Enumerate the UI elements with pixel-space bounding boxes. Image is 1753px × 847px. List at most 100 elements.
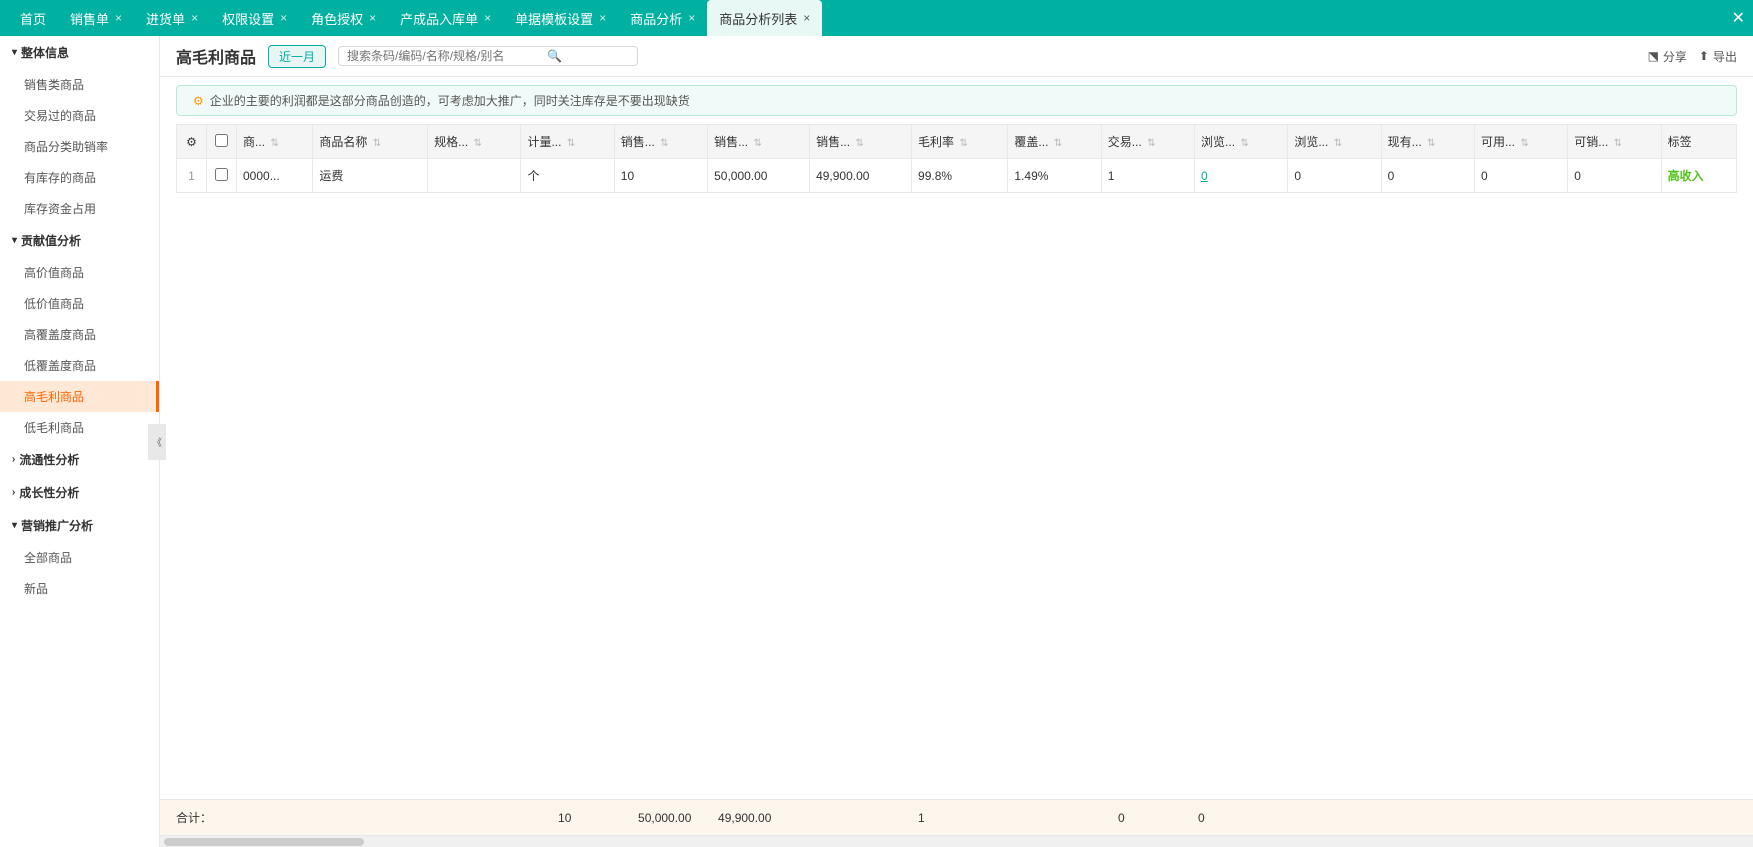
footer-label: 合计： <box>176 809 212 826</box>
sort-icon-sales-cost: ⇅ <box>855 138 863 149</box>
table-footer: 合计： 10 50,000.00 49,900.00 1 0 0 <box>160 799 1753 835</box>
sort-icon-coverage: ⇅ <box>1054 138 1062 149</box>
sidebar-group-contribution[interactable]: ▾ 贡献值分析 <box>0 224 159 257</box>
row-checkbox[interactable] <box>215 168 228 181</box>
sidebar-group-growth-label: 成长性分析 <box>19 484 79 501</box>
sidebar-group-liquidity[interactable]: › 流通性分析 <box>0 443 159 476</box>
tab-goods-analysis-close[interactable]: × <box>688 11 695 25</box>
select-all-checkbox[interactable] <box>215 134 228 147</box>
export-button[interactable]: ⬆ 导出 <box>1699 48 1737 65</box>
notice-bar: ⚙ 企业的主要的利润都是这部分商品创造的，可考虑加大推广，同时关注库存是不要出现… <box>176 85 1737 116</box>
sidebar-item-sales-goods[interactable]: 销售类商品 <box>0 69 159 100</box>
tab-sales[interactable]: 销售单 × <box>58 0 134 36</box>
sidebar-item-all-goods[interactable]: 全部商品 <box>0 542 159 573</box>
col-views2[interactable]: 浏览... ⇅ <box>1288 125 1381 159</box>
col-unit[interactable]: 计量... ⇅ <box>521 125 614 159</box>
sidebar-item-high-margin[interactable]: 高毛利商品 <box>0 381 159 412</box>
sidebar-item-low-coverage[interactable]: 低覆盖度商品 <box>0 350 159 381</box>
sidebar-collapse-button[interactable]: 《 <box>148 424 166 460</box>
expand-arrow-marketing: ▾ <box>12 520 17 531</box>
tab-purchase[interactable]: 进货单 × <box>134 0 210 36</box>
sort-icon-sales-amount: ⇅ <box>753 138 761 149</box>
col-checkbox[interactable] <box>207 125 237 159</box>
horizontal-scrollbar[interactable] <box>160 835 1753 847</box>
page-title: 高毛利商品 <box>176 44 256 68</box>
cell-num: 1 <box>177 159 207 193</box>
tab-role-auth[interactable]: 角色授权 × <box>299 0 388 36</box>
col-sales-count[interactable]: 销售... ⇅ <box>614 125 707 159</box>
cell-gross-margin: 99.8% <box>912 159 1008 193</box>
col-tag[interactable]: 标签 <box>1661 125 1736 159</box>
col-gross-margin[interactable]: 毛利率 ⇅ <box>912 125 1008 159</box>
tab-goods-analysis-list[interactable]: 商品分析列表 × <box>707 0 822 36</box>
tab-doc-template-close[interactable]: × <box>599 11 606 25</box>
col-coverage[interactable]: 覆盖... ⇅ <box>1008 125 1101 159</box>
col-name[interactable]: 商品名称 ⇅ <box>313 125 428 159</box>
sort-icon-unit: ⇅ <box>567 138 575 149</box>
sidebar-group-liquidity-label: 流通性分析 <box>19 451 79 468</box>
tab-product-in-close[interactable]: × <box>484 11 491 25</box>
col-sales-cost[interactable]: 销售... ⇅ <box>810 125 912 159</box>
sidebar-item-category-rate[interactable]: 商品分类助销率 <box>0 131 159 162</box>
col-spec[interactable]: 规格... ⇅ <box>428 125 521 159</box>
sort-icon-gross-margin: ⇅ <box>959 138 967 149</box>
cell-views1[interactable]: 0 <box>1195 159 1288 193</box>
cell-sellable-stock: 0 <box>1568 159 1661 193</box>
tab-purchase-close[interactable]: × <box>191 11 198 25</box>
sidebar-wrapper: ▾ 整体信息 销售类商品 交易过的商品 商品分类助销率 有库存的商品 库存资金占… <box>0 36 160 847</box>
tab-goods-analysis-list-close[interactable]: × <box>803 11 810 25</box>
header-actions: ⬔ 分享 ⬆ 导出 <box>1648 48 1737 65</box>
window-close-button[interactable]: ✕ <box>1732 8 1745 28</box>
sidebar-item-traded-goods[interactable]: 交易过的商品 <box>0 100 159 131</box>
cell-sales-amount: 50,000.00 <box>708 159 810 193</box>
sidebar-item-stock-capital[interactable]: 库存资金占用 <box>0 193 159 224</box>
filter-recent-month-button[interactable]: 近一月 <box>268 45 326 68</box>
cell-code: 0000... <box>237 159 313 193</box>
col-current-stock[interactable]: 现有... ⇅ <box>1381 125 1474 159</box>
search-input[interactable] <box>347 49 547 63</box>
sidebar-group-growth[interactable]: › 成长性分析 <box>0 476 159 509</box>
sort-icon-sales-count: ⇅ <box>660 138 668 149</box>
sidebar-item-low-margin[interactable]: 低毛利商品 <box>0 412 159 443</box>
search-icon[interactable]: 🔍 <box>547 49 562 63</box>
cell-unit: 个 <box>521 159 614 193</box>
col-views1[interactable]: 浏览... ⇅ <box>1195 125 1288 159</box>
sidebar-item-high-coverage[interactable]: 高覆盖度商品 <box>0 319 159 350</box>
sidebar-group-overall[interactable]: ▾ 整体信息 <box>0 36 159 69</box>
sidebar-group-marketing[interactable]: ▾ 营销推广分析 <box>0 509 159 542</box>
cell-checkbox[interactable] <box>207 159 237 193</box>
expand-arrow-growth: › <box>12 487 15 498</box>
tab-perm-settings-close[interactable]: × <box>280 11 287 25</box>
footer-sales-cost: 49,900.00 <box>712 811 792 825</box>
share-button[interactable]: ⬔ 分享 <box>1648 48 1687 65</box>
sidebar-group-marketing-label: 营销推广分析 <box>21 517 93 534</box>
tab-perm-settings[interactable]: 权限设置 × <box>210 0 299 36</box>
col-code[interactable]: 商... ⇅ <box>237 125 313 159</box>
tab-product-in[interactable]: 产成品入库单 × <box>388 0 503 36</box>
col-transaction[interactable]: 交易... ⇅ <box>1101 125 1194 159</box>
footer-transaction: 1 <box>912 811 992 825</box>
col-sellable-stock[interactable]: 可销... ⇅ <box>1568 125 1661 159</box>
sidebar: ▾ 整体信息 销售类商品 交易过的商品 商品分类助销率 有库存的商品 库存资金占… <box>0 36 160 847</box>
share-icon: ⬔ <box>1648 49 1659 63</box>
tab-home[interactable]: 首页 <box>8 0 58 36</box>
tab-sales-close[interactable]: × <box>115 11 122 25</box>
sidebar-item-low-value[interactable]: 低价值商品 <box>0 288 159 319</box>
col-available-stock[interactable]: 可用... ⇅ <box>1474 125 1567 159</box>
tab-goods-analysis[interactable]: 商品分析 × <box>618 0 707 36</box>
table-container[interactable]: ⚙ 商... ⇅ 商品名称 ⇅ 规格... <box>160 124 1753 799</box>
goods-table: ⚙ 商... ⇅ 商品名称 ⇅ 规格... <box>176 124 1737 193</box>
notice-icon: ⚙ <box>193 94 204 108</box>
main-layout: ▾ 整体信息 销售类商品 交易过的商品 商品分类助销率 有库存的商品 库存资金占… <box>0 36 1753 847</box>
col-sales-amount[interactable]: 销售... ⇅ <box>708 125 810 159</box>
sidebar-group-overall-items: 销售类商品 交易过的商品 商品分类助销率 有库存的商品 库存资金占用 <box>0 69 159 224</box>
sidebar-item-in-stock[interactable]: 有库存的商品 <box>0 162 159 193</box>
footer-sales-count: 10 <box>552 811 632 825</box>
tab-doc-template[interactable]: 单据模板设置 × <box>503 0 618 36</box>
scrollbar-thumb[interactable] <box>164 838 364 846</box>
col-settings[interactable]: ⚙ <box>177 125 207 159</box>
top-navigation: 首页 销售单 × 进货单 × 权限设置 × 角色授权 × 产成品入库单 × 单据… <box>0 0 1753 36</box>
tab-role-auth-close[interactable]: × <box>369 11 376 25</box>
sidebar-item-high-value[interactable]: 高价值商品 <box>0 257 159 288</box>
sidebar-item-new-goods[interactable]: 新品 <box>0 573 159 604</box>
